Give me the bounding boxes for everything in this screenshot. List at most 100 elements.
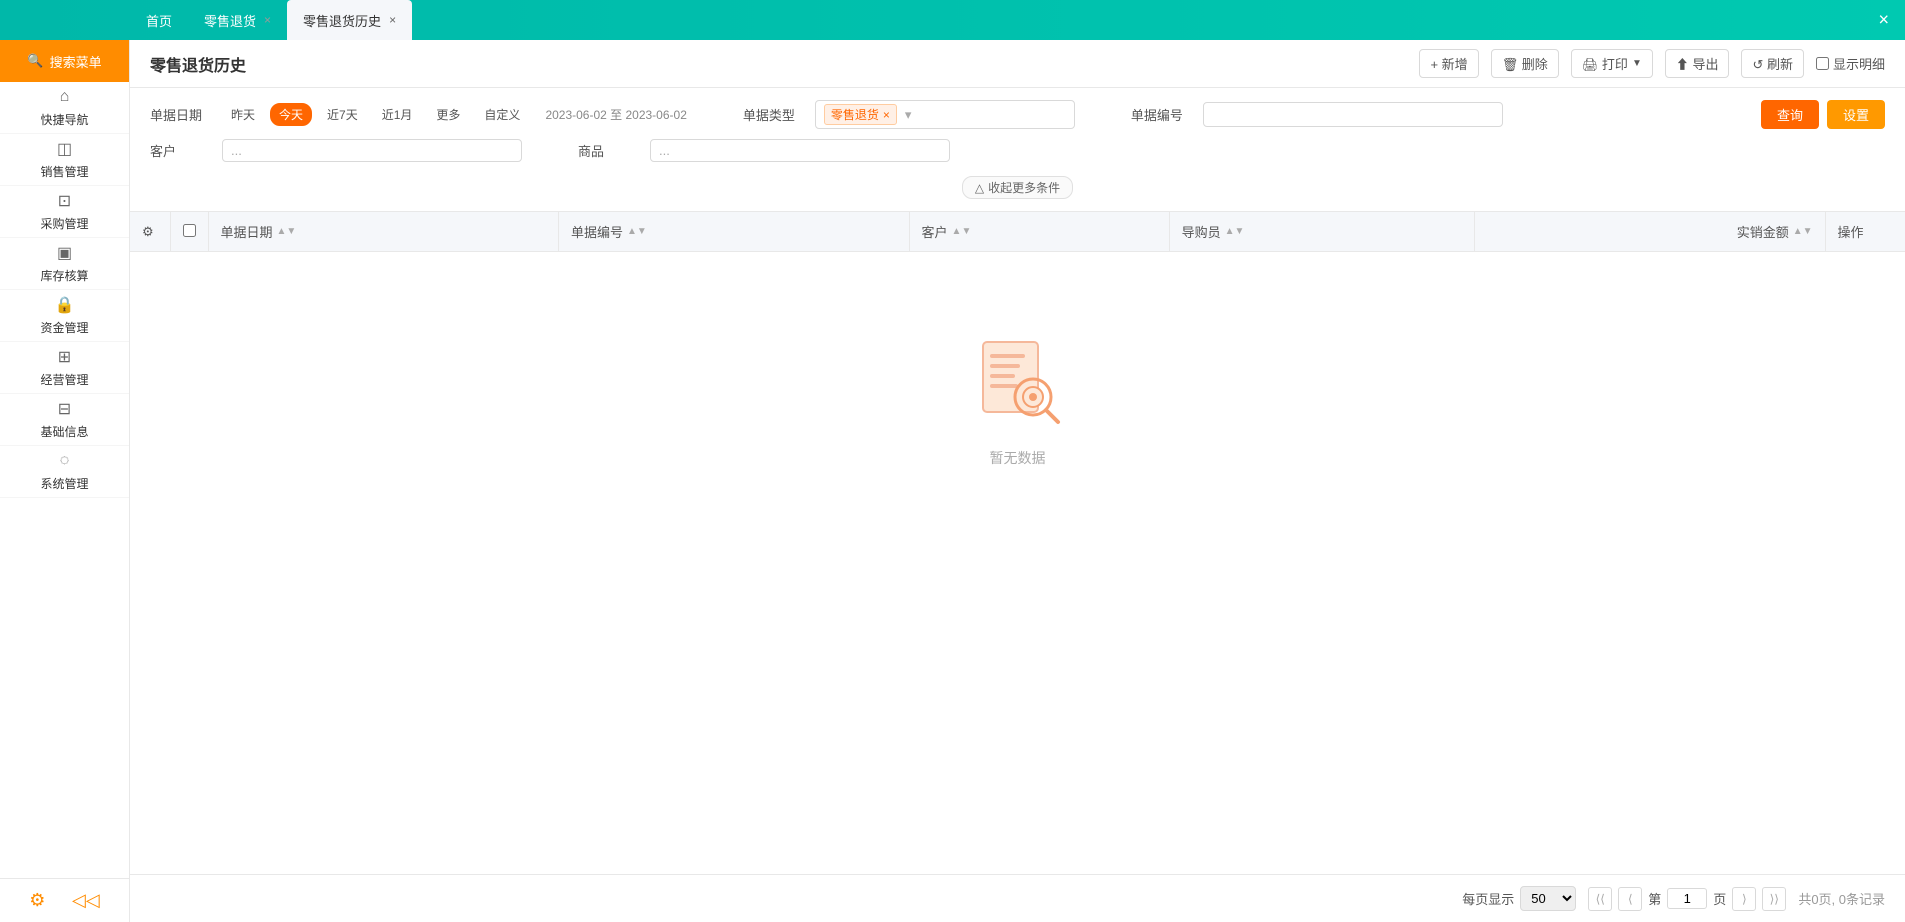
th-amount-label: 实销金额 bbox=[1737, 222, 1789, 241]
collapse-bar: △ 收起更多条件 bbox=[150, 172, 1885, 203]
number-sort-icon[interactable]: ▲▼ bbox=[627, 227, 647, 237]
empty-state-text: 暂无数据 bbox=[990, 448, 1046, 468]
filter-area: 单据日期 昨天 今天 近7天 近1月 更多 自定义 2023-06-02 至 2… bbox=[130, 88, 1905, 212]
sidebar-item-finance[interactable]: 🔒 资金管理 bbox=[0, 290, 129, 342]
tab-retail-return-close[interactable]: × bbox=[264, 13, 271, 27]
basic-info-icon: ⊟ bbox=[55, 399, 75, 419]
filter-settings-button[interactable]: 设置 bbox=[1827, 100, 1885, 129]
empty-state: 暂无数据 bbox=[130, 252, 1905, 548]
sidebar-item-quick-nav[interactable]: ⌂ 快捷导航 bbox=[0, 82, 129, 134]
sidebar-item-operations-label: 经营管理 bbox=[40, 371, 88, 388]
th-date-label: 单据日期 bbox=[221, 222, 273, 241]
page-nav: ⟨⟨ ⟨ 第 页 ⟩ ⟩⟩ bbox=[1588, 887, 1786, 911]
sidebar-item-sales-label: 销售管理 bbox=[40, 163, 88, 180]
collapse-up-icon: △ bbox=[975, 181, 984, 195]
collapse-button[interactable]: △ 收起更多条件 bbox=[962, 176, 1073, 199]
goods-select[interactable]: ... bbox=[650, 139, 950, 162]
date-sort-icon[interactable]: ▲▼ bbox=[277, 227, 297, 237]
sidebar-item-sales[interactable]: ◫ 销售管理 bbox=[0, 134, 129, 186]
search-menu-label: 搜索菜单 bbox=[50, 52, 102, 71]
display-detail-label: 显示明细 bbox=[1833, 54, 1885, 73]
sidebar-item-purchase-label: 采购管理 bbox=[40, 215, 88, 232]
system-icon: ◌ bbox=[55, 451, 75, 471]
th-amount: 实销金额 ▲▼ bbox=[1474, 212, 1825, 252]
th-settings: ⚙ bbox=[130, 212, 170, 252]
operations-icon: ⊞ bbox=[55, 347, 75, 367]
customer-sort-icon[interactable]: ▲▼ bbox=[952, 227, 972, 237]
refresh-button[interactable]: ↺ 刷新 bbox=[1741, 49, 1804, 78]
date-btn-last7[interactable]: 近7天 bbox=[318, 103, 367, 126]
new-button-label: + 新增 bbox=[1430, 54, 1467, 73]
date-range-text: 2023-06-02 至 2023-06-02 bbox=[545, 106, 686, 123]
sidebar-item-inventory[interactable]: ▣ 库存核算 bbox=[0, 238, 129, 290]
search-menu-button[interactable]: 🔍 搜索菜单 bbox=[0, 40, 129, 82]
date-btn-last-month[interactable]: 近1月 bbox=[373, 103, 422, 126]
doc-number-input[interactable] bbox=[1203, 102, 1503, 127]
main-content: 零售退货历史 + 新增 🗑 删除 🖨 打印 ▼ ⬆ 导出 ↺ 刷新 显示明细 bbox=[130, 40, 1905, 922]
doc-type-chevron-icon: ▾ bbox=[905, 107, 912, 123]
print-button[interactable]: 🖨 打印 ▼ bbox=[1571, 49, 1653, 78]
prev-page-button[interactable]: ⟨ bbox=[1618, 887, 1642, 911]
date-btn-yesterday[interactable]: 昨天 bbox=[222, 103, 264, 126]
sidebar-item-basic-info[interactable]: ⊟ 基础信息 bbox=[0, 394, 129, 446]
last-page-button[interactable]: ⟩⟩ bbox=[1762, 887, 1786, 911]
print-button-label: 🖨 打印 bbox=[1582, 54, 1628, 73]
table-header-row: ⚙ 单据日期 ▲▼ 单据编号 ▲▼ bbox=[130, 212, 1905, 252]
next-page-button[interactable]: ⟩ bbox=[1732, 887, 1756, 911]
query-button[interactable]: 查询 bbox=[1761, 100, 1819, 129]
customer-placeholder: ... bbox=[231, 143, 242, 158]
pagination-bar: 每页显示 20 50 100 200 ⟨⟨ ⟨ 第 页 ⟩ ⟩⟩ 共0页, 0条… bbox=[130, 874, 1905, 922]
date-btn-custom[interactable]: 自定义 bbox=[475, 103, 529, 126]
page-number-input[interactable] bbox=[1667, 888, 1707, 909]
customer-select[interactable]: ... bbox=[222, 139, 522, 162]
display-detail-checkbox[interactable] bbox=[1816, 57, 1829, 70]
table-head: ⚙ 单据日期 ▲▼ 单据编号 ▲▼ bbox=[130, 212, 1905, 252]
date-buttons: 昨天 今天 近7天 近1月 更多 自定义 bbox=[222, 103, 529, 126]
window-close-button[interactable]: × bbox=[1878, 10, 1889, 31]
page-header: 零售退货历史 + 新增 🗑 删除 🖨 打印 ▼ ⬆ 导出 ↺ 刷新 显示明细 bbox=[130, 40, 1905, 88]
goods-label: 商品 bbox=[578, 141, 634, 160]
delete-button[interactable]: 🗑 删除 bbox=[1491, 49, 1559, 78]
refresh-button-label: ↺ 刷新 bbox=[1752, 54, 1793, 73]
doc-type-select[interactable]: 零售退货 × ▾ bbox=[815, 100, 1075, 129]
customer-label: 客户 bbox=[150, 141, 206, 160]
sidebar: 🔍 搜索菜单 ⌂ 快捷导航 ◫ 销售管理 ⊡ 采购管理 ▣ 库存核算 🔒 资金管… bbox=[0, 40, 130, 922]
export-button[interactable]: ⬆ 导出 bbox=[1665, 49, 1730, 78]
display-detail-checkbox-container: 显示明细 bbox=[1816, 54, 1885, 73]
new-button[interactable]: + 新增 bbox=[1419, 49, 1478, 78]
amount-sort-icon[interactable]: ▲▼ bbox=[1793, 227, 1813, 237]
first-page-button[interactable]: ⟨⟨ bbox=[1588, 887, 1612, 911]
table-settings-icon[interactable]: ⚙ bbox=[142, 224, 154, 239]
sidebar-item-purchase[interactable]: ⊡ 采购管理 bbox=[0, 186, 129, 238]
select-all-checkbox[interactable] bbox=[183, 224, 196, 237]
th-guide-label: 导购员 bbox=[1182, 222, 1221, 241]
goods-placeholder: ... bbox=[659, 143, 670, 158]
tab-retail-return[interactable]: 零售退货 × bbox=[188, 0, 287, 40]
page-size-container: 每页显示 20 50 100 200 bbox=[1462, 886, 1576, 911]
guide-sort-icon[interactable]: ▲▼ bbox=[1225, 227, 1245, 237]
filter-row-2: 客户 ... 商品 ... bbox=[150, 139, 1885, 162]
print-dropdown-icon: ▼ bbox=[1632, 58, 1642, 69]
tab-home-label: 首页 bbox=[146, 11, 172, 30]
audio-icon[interactable]: ◁◁ bbox=[72, 890, 100, 911]
th-customer: 客户 ▲▼ bbox=[909, 212, 1169, 252]
tab-retail-return-history-close[interactable]: × bbox=[389, 13, 396, 27]
sales-icon: ◫ bbox=[55, 139, 75, 159]
per-page-label: 每页显示 bbox=[1462, 889, 1514, 908]
header-actions: + 新增 🗑 删除 🖨 打印 ▼ ⬆ 导出 ↺ 刷新 显示明细 bbox=[1419, 49, 1885, 78]
date-btn-today[interactable]: 今天 bbox=[270, 103, 312, 126]
date-label: 单据日期 bbox=[150, 105, 206, 124]
th-date: 单据日期 ▲▼ bbox=[208, 212, 559, 252]
date-btn-more[interactable]: 更多 bbox=[427, 103, 469, 126]
tab-home[interactable]: 首页 bbox=[130, 0, 188, 40]
sidebar-item-operations[interactable]: ⊞ 经营管理 bbox=[0, 342, 129, 394]
data-table: ⚙ 单据日期 ▲▼ 单据编号 ▲▼ bbox=[130, 212, 1905, 548]
per-page-select[interactable]: 20 50 100 200 bbox=[1520, 886, 1576, 911]
doc-type-tag-close[interactable]: × bbox=[883, 108, 890, 122]
th-guide: 导购员 ▲▼ bbox=[1169, 212, 1474, 252]
tab-retail-return-history[interactable]: 零售退货历史 × bbox=[287, 0, 412, 40]
sidebar-item-system[interactable]: ◌ 系统管理 bbox=[0, 446, 129, 498]
sidebar-item-quick-nav-label: 快捷导航 bbox=[40, 111, 88, 128]
settings-gear-icon[interactable]: ⚙ bbox=[29, 890, 45, 911]
home-icon: ⌂ bbox=[55, 87, 75, 107]
